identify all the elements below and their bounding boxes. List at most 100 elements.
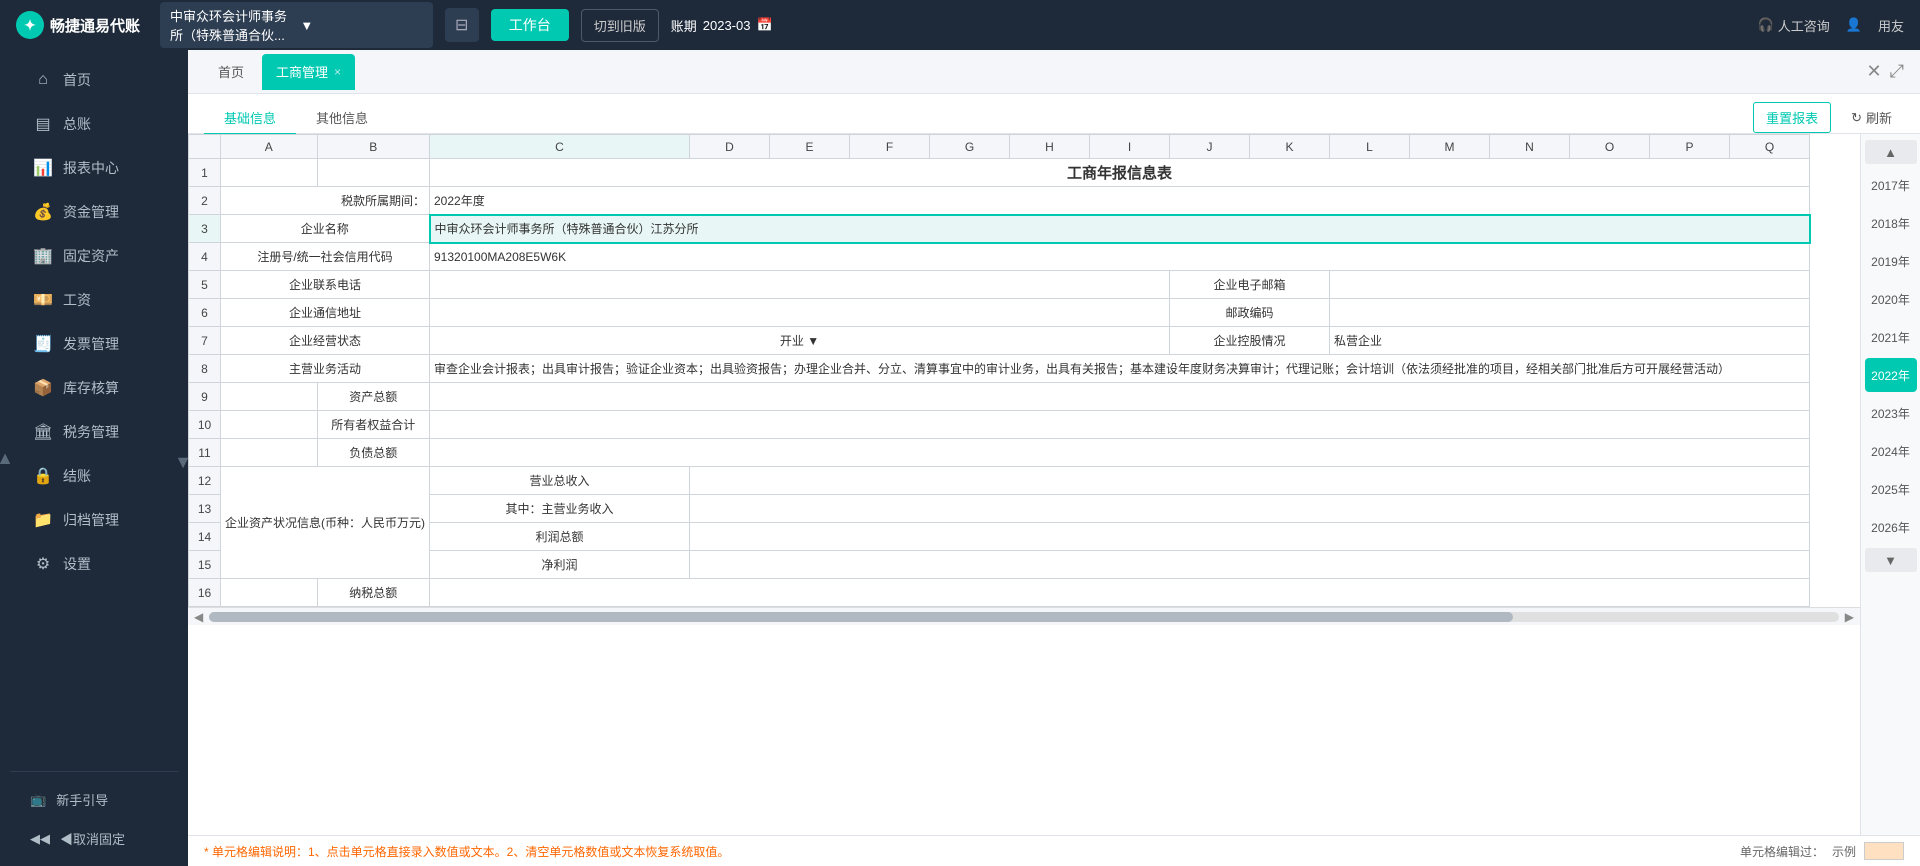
tab-home[interactable]: 首页 xyxy=(204,54,258,90)
cell-16a[interactable] xyxy=(221,579,318,607)
cell-6-label2[interactable]: 邮政编码 xyxy=(1170,299,1330,327)
new-guide-button[interactable]: 📺 新手引导 xyxy=(10,780,178,819)
cell-1a[interactable] xyxy=(221,159,318,187)
col-header-g[interactable]: G xyxy=(930,135,1010,159)
cell-9-label[interactable]: 资产总额 xyxy=(317,383,429,411)
scroll-right-icon[interactable]: ▶ xyxy=(1843,610,1856,624)
cell-7-label2[interactable]: 企业控股情况 xyxy=(1170,327,1330,355)
year-btn-2022[interactable]: 2022年 xyxy=(1865,358,1917,392)
sidebar-item-report[interactable]: 📊 报表中心 xyxy=(10,146,178,190)
sidebar-scroll-down[interactable]: ▼ xyxy=(178,50,188,866)
cell-5-label1[interactable]: 企业联系电话 xyxy=(221,271,430,299)
sidebar-item-ledger[interactable]: ▤ 总账 xyxy=(10,102,178,146)
col-header-l[interactable]: L xyxy=(1330,135,1410,159)
cell-16-value[interactable] xyxy=(430,579,1810,607)
col-header-f[interactable]: F xyxy=(850,135,930,159)
cell-11-value[interactable] xyxy=(430,439,1810,467)
cell-13-value[interactable] xyxy=(690,495,1810,523)
cell-10a[interactable] xyxy=(221,411,318,439)
reset-button[interactable]: 重置报表 xyxy=(1753,102,1831,133)
col-header-a[interactable]: A xyxy=(221,135,318,159)
old-version-button[interactable]: 切到旧版 xyxy=(581,9,659,42)
inner-tab-basic[interactable]: 基础信息 xyxy=(204,102,296,135)
year-btn-2017[interactable]: 2017年 xyxy=(1865,168,1917,202)
refresh-button[interactable]: ↻ 刷新 xyxy=(1839,103,1904,132)
cell-13-label[interactable]: 其中：主营业务收入 xyxy=(430,495,690,523)
year-btn-2021[interactable]: 2021年 xyxy=(1865,320,1917,354)
sidebar-item-inventory[interactable]: 📦 库存核算 xyxy=(10,366,178,410)
cell-5-label2[interactable]: 企业电子邮箱 xyxy=(1170,271,1330,299)
cell-12-value[interactable] xyxy=(690,467,1810,495)
service-button[interactable]: 🎧 人工咨询 xyxy=(1758,16,1830,35)
cell-8-label[interactable]: 主营业务活动 xyxy=(221,355,430,383)
year-btn-2018[interactable]: 2018年 xyxy=(1865,206,1917,240)
company-settings-icon[interactable]: ⊟ xyxy=(445,8,479,42)
col-header-c[interactable]: C xyxy=(430,135,690,159)
year-btn-2025[interactable]: 2025年 xyxy=(1865,472,1917,506)
col-header-i[interactable]: I xyxy=(1090,135,1170,159)
col-header-h[interactable]: H xyxy=(1010,135,1090,159)
cell-9-value[interactable] xyxy=(430,383,1810,411)
col-header-d[interactable]: D xyxy=(690,135,770,159)
sidebar-item-tax[interactable]: 🏛 税务管理 xyxy=(10,410,178,454)
col-header-o[interactable]: O xyxy=(1570,135,1650,159)
year-btn-2026[interactable]: 2026年 xyxy=(1865,510,1917,544)
sidebar-item-assets[interactable]: 🏢 固定资产 xyxy=(10,234,178,278)
sidebar-item-settings[interactable]: ⚙ 设置 xyxy=(10,542,178,586)
cell-3-value[interactable]: 中审众环会计师事务所（特殊普通合伙）江苏分所 xyxy=(430,215,1810,243)
sidebar-scroll-up[interactable]: ▲ xyxy=(0,50,10,866)
col-header-q[interactable]: Q xyxy=(1730,135,1810,159)
cell-4-label[interactable]: 注册号/统一社会信用代码 xyxy=(221,243,430,271)
scroll-left-icon[interactable]: ◀ xyxy=(192,610,205,624)
cell-7-label1[interactable]: 企业经营状态 xyxy=(221,327,430,355)
sidebar-item-closing[interactable]: 🔒 结账 xyxy=(10,454,178,498)
sidebar-item-finance[interactable]: 💰 资金管理 xyxy=(10,190,178,234)
year-btn-2024[interactable]: 2024年 xyxy=(1865,434,1917,468)
cell-1b[interactable] xyxy=(317,159,429,187)
cell-16-label[interactable]: 纳税总额 xyxy=(317,579,429,607)
cell-11a[interactable] xyxy=(221,439,318,467)
cell-6-value2[interactable] xyxy=(1330,299,1810,327)
cell-10-label[interactable]: 所有者权益合计 xyxy=(317,411,429,439)
scroll-thumb[interactable] xyxy=(209,612,1513,622)
cell-14-value[interactable] xyxy=(690,523,1810,551)
sidebar-item-invoice[interactable]: 🧾 发票管理 xyxy=(10,322,178,366)
workbench-button[interactable]: 工作台 xyxy=(491,9,569,41)
sidebar-item-archive[interactable]: 📁 归档管理 xyxy=(10,498,178,542)
year-btn-2019[interactable]: 2019年 xyxy=(1865,244,1917,278)
cell-11-label[interactable]: 负债总额 xyxy=(317,439,429,467)
year-btn-2020[interactable]: 2020年 xyxy=(1865,282,1917,316)
cell-10-value[interactable] xyxy=(430,411,1810,439)
cell-7-dropdown[interactable]: 开业 ▼ xyxy=(430,327,1170,355)
cell-14-label[interactable]: 利润总额 xyxy=(430,523,690,551)
scroll-track[interactable] xyxy=(209,612,1839,622)
col-header-j[interactable]: J xyxy=(1170,135,1250,159)
calendar-icon[interactable]: 📅 xyxy=(756,17,772,33)
cell-2-label[interactable]: 税款所属期间： xyxy=(221,187,430,215)
cell-2-value[interactable]: 2022年度 xyxy=(430,187,1810,215)
cell-title[interactable]: 工商年报信息表 xyxy=(430,159,1810,187)
inner-tab-other[interactable]: 其他信息 xyxy=(296,102,388,135)
cell-9a[interactable] xyxy=(221,383,318,411)
tab-close-icon[interactable]: × xyxy=(334,65,341,79)
cell-6-label1[interactable]: 企业通信地址 xyxy=(221,299,430,327)
cell-6-value1[interactable] xyxy=(430,299,1170,327)
cell-7-value2[interactable]: 私营企业 xyxy=(1330,327,1810,355)
cell-3-label[interactable]: 企业名称 xyxy=(221,215,430,243)
col-header-b[interactable]: B xyxy=(317,135,429,159)
horizontal-scrollbar[interactable]: ◀ ▶ xyxy=(188,607,1860,625)
tab-business[interactable]: 工商管理 × xyxy=(262,54,355,90)
cell-15-value[interactable] xyxy=(690,551,1810,579)
cell-4-value[interactable]: 91320100MA208E5W6K xyxy=(430,243,1810,271)
sidebar-item-home[interactable]: ⌂ 首页 xyxy=(10,58,178,102)
cell-5-value1[interactable] xyxy=(430,271,1170,299)
unpin-button[interactable]: ◀◀ ◀取消固定 xyxy=(10,819,178,858)
col-header-p[interactable]: P xyxy=(1650,135,1730,159)
spreadsheet-main[interactable]: A B C D E F G H I J K L M xyxy=(188,134,1860,835)
col-header-m[interactable]: M xyxy=(1410,135,1490,159)
year-panel-down[interactable]: ▼ xyxy=(1865,548,1917,572)
close-panel-icon[interactable]: ✕ xyxy=(1867,61,1882,82)
sidebar-item-payroll[interactable]: 💴 工资 xyxy=(10,278,178,322)
cell-15-label[interactable]: 净利润 xyxy=(430,551,690,579)
company-selector[interactable]: 中审众环会计师事务所（特殊普通合伙... ▼ xyxy=(160,2,433,48)
